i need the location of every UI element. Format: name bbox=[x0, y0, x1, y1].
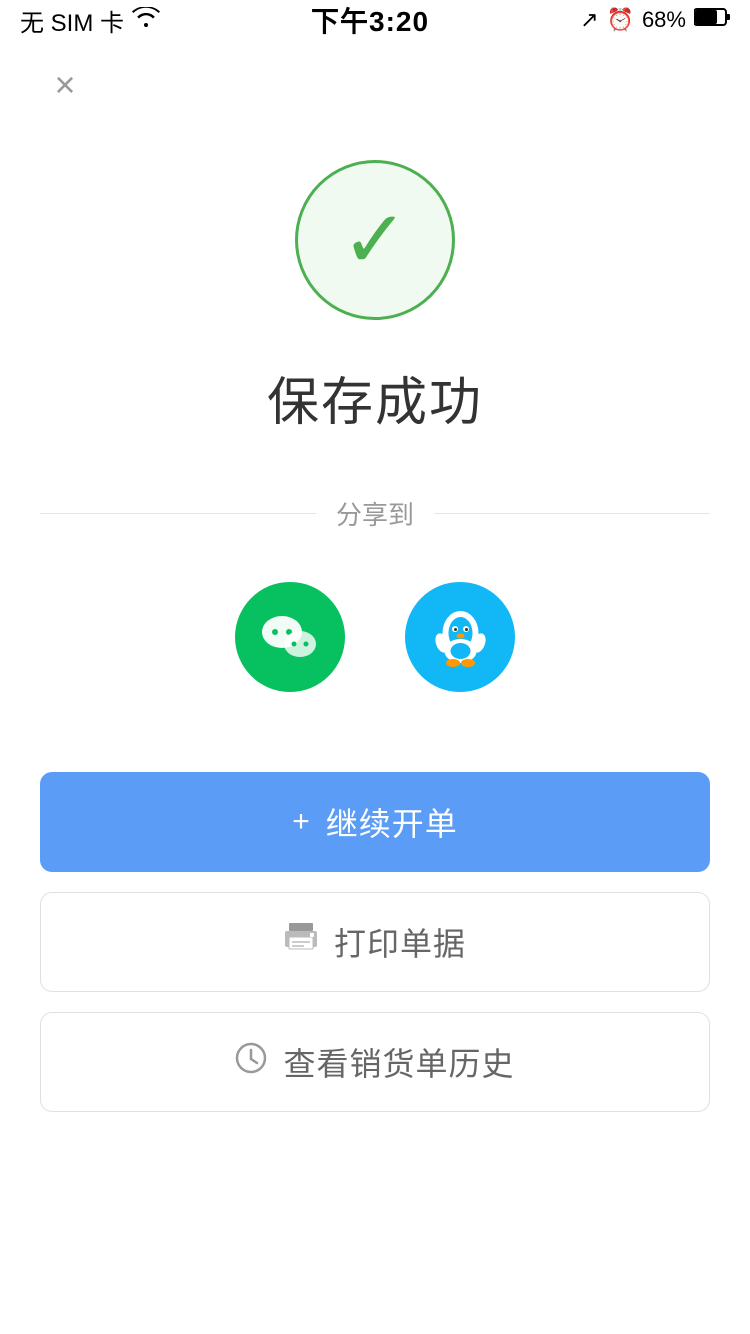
battery-icon bbox=[694, 7, 730, 33]
share-label: 分享到 bbox=[336, 495, 414, 532]
battery-percentage: 68% bbox=[642, 7, 686, 33]
wechat-share-button[interactable] bbox=[235, 582, 345, 692]
close-button[interactable]: × bbox=[40, 60, 90, 110]
success-title: 保存成功 bbox=[267, 360, 483, 435]
action-buttons: + 继续开单 打印单据 bbox=[40, 772, 710, 1112]
location-icon: ↗ bbox=[580, 7, 598, 33]
main-content: ✓ 保存成功 分享到 bbox=[0, 40, 750, 1112]
no-sim-text: 无 SIM 卡 bbox=[20, 3, 124, 38]
status-bar: 无 SIM 卡 下午3:20 ↗ ⏰ 68% bbox=[0, 0, 750, 40]
print-receipt-label: 打印单据 bbox=[334, 919, 466, 965]
wifi-icon bbox=[132, 6, 160, 34]
checkmark-icon: ✓ bbox=[341, 200, 408, 280]
view-history-label: 查看销货单历史 bbox=[283, 1039, 514, 1085]
alarm-icon: ⏰ bbox=[607, 7, 634, 33]
qq-share-button[interactable] bbox=[405, 582, 515, 692]
plus-icon: + bbox=[292, 805, 310, 839]
success-circle: ✓ bbox=[295, 160, 455, 320]
share-icons bbox=[235, 582, 515, 692]
print-receipt-button[interactable]: 打印单据 bbox=[40, 892, 710, 992]
clock-icon bbox=[235, 1042, 267, 1082]
close-icon: × bbox=[54, 67, 75, 103]
status-right: ↗ ⏰ 68% bbox=[580, 7, 730, 33]
continue-order-label: 继续开单 bbox=[326, 799, 458, 845]
continue-order-button[interactable]: + 继续开单 bbox=[40, 772, 710, 872]
status-left: 无 SIM 卡 bbox=[20, 3, 160, 38]
printer-icon bbox=[284, 923, 318, 961]
divider-line-left bbox=[40, 513, 316, 514]
status-time: 下午3:20 bbox=[311, 0, 429, 40]
divider-line-right bbox=[434, 513, 710, 514]
view-history-button[interactable]: 查看销货单历史 bbox=[40, 1012, 710, 1112]
share-divider: 分享到 bbox=[40, 495, 710, 532]
